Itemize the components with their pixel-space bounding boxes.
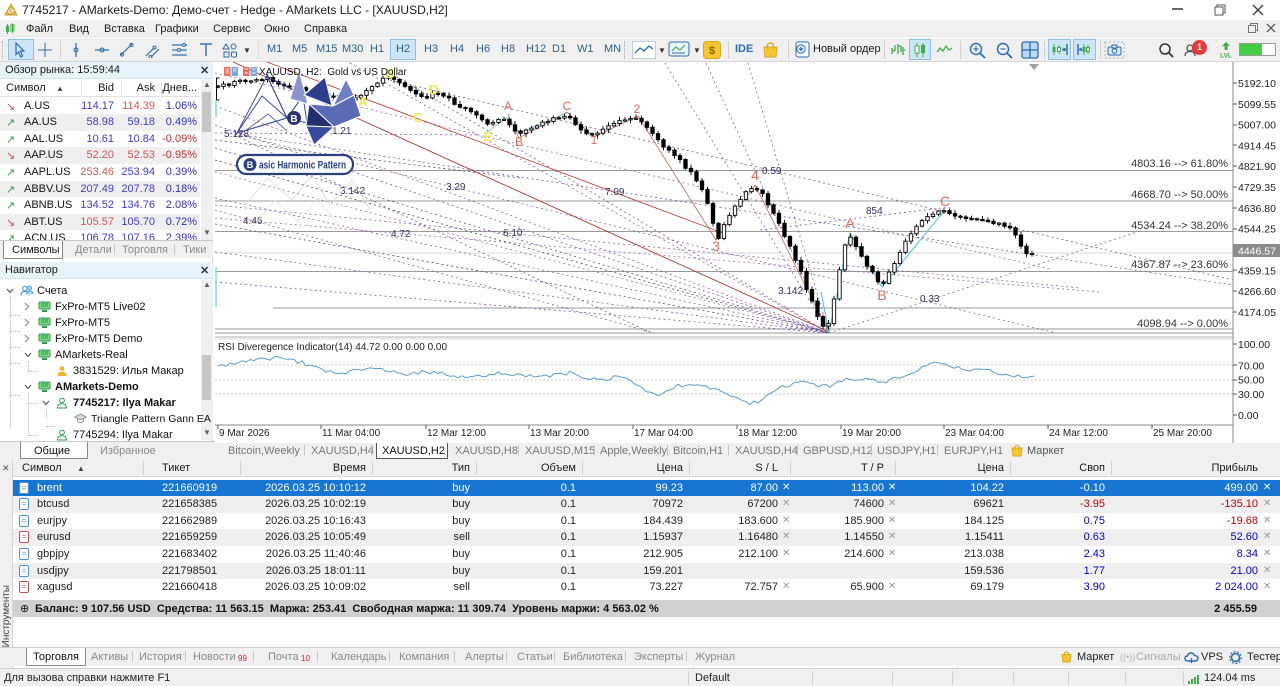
svg-text:4367.87 --> 23.60%: 4367.87 --> 23.60% xyxy=(1131,259,1228,271)
svg-text:4534.24 --> 38.20%: 4534.24 --> 38.20% xyxy=(1131,220,1228,232)
svg-text:4: 4 xyxy=(751,167,759,183)
svg-text:4803.16 --> 61.80%: 4803.16 --> 61.80% xyxy=(1131,158,1228,170)
svg-text:$: $ xyxy=(709,45,715,57)
svg-text:XAUUSD, H2: Gold vs US Dollar: XAUUSD, H2: Gold vs US Dollar xyxy=(259,67,407,78)
svg-text:A: A xyxy=(358,94,368,109)
svg-text:RSI Diveregence Indicator(14): RSI Diveregence Indicator(14) 44.72 0.00… xyxy=(218,342,447,353)
svg-text:asic Harmonic Pattern: asic Harmonic Pattern xyxy=(259,160,346,172)
svg-text:9 Mar 2026: 9 Mar 2026 xyxy=(219,428,270,439)
svg-text:5099.55: 5099.55 xyxy=(1238,99,1276,111)
svg-text:LVL: LVL xyxy=(1220,53,1232,60)
svg-text:23 Mar 04:00: 23 Mar 04:00 xyxy=(945,428,1004,439)
svg-text:12 Mar 12:00: 12 Mar 12:00 xyxy=(427,428,486,439)
svg-text:E: E xyxy=(484,129,493,144)
svg-text:70.00: 70.00 xyxy=(1238,360,1264,372)
svg-text:11 Mar 04:00: 11 Mar 04:00 xyxy=(322,428,381,439)
svg-text:D: D xyxy=(429,82,438,97)
svg-text:4668.70 --> 50.00%: 4668.70 --> 50.00% xyxy=(1131,189,1228,201)
svg-text:4359.15: 4359.15 xyxy=(1238,265,1276,277)
svg-text:B: B xyxy=(247,160,254,170)
svg-text:4098.94 --> 0.00%: 4098.94 --> 0.00% xyxy=(1137,318,1228,330)
svg-text:7.09: 7.09 xyxy=(605,187,625,198)
svg-text:6.10: 6.10 xyxy=(503,228,523,239)
svg-text:B: B xyxy=(290,114,297,125)
svg-text:3.142: 3.142 xyxy=(778,286,803,297)
svg-text:B: B xyxy=(877,287,886,303)
svg-text:5: 5 xyxy=(9,9,13,16)
svg-text:4821.90: 4821.90 xyxy=(1238,161,1276,173)
svg-text:19 Mar 20:00: 19 Mar 20:00 xyxy=(842,428,901,439)
svg-text:A: A xyxy=(845,215,855,231)
svg-text:4544.25: 4544.25 xyxy=(1238,224,1276,236)
svg-text:4266.60: 4266.60 xyxy=(1238,286,1276,298)
svg-text:4729.35: 4729.35 xyxy=(1238,182,1276,194)
svg-text:13 Mar 20:00: 13 Mar 20:00 xyxy=(530,428,589,439)
svg-text:B: B xyxy=(515,135,523,149)
svg-text:100.00: 100.00 xyxy=(1238,339,1270,351)
svg-text:24 Mar 12:00: 24 Mar 12:00 xyxy=(1049,428,1108,439)
svg-text:854: 854 xyxy=(866,206,883,217)
svg-text:3: 3 xyxy=(712,238,720,254)
svg-text:30.00: 30.00 xyxy=(1238,389,1264,401)
svg-text:18 Mar 12:00: 18 Mar 12:00 xyxy=(738,428,797,439)
svg-text:4636.80: 4636.80 xyxy=(1238,203,1276,215)
svg-text:4914.45: 4914.45 xyxy=(1238,140,1276,152)
svg-text:2: 2 xyxy=(634,102,641,116)
svg-text:0.00: 0.00 xyxy=(1238,410,1259,422)
svg-text:0.59: 0.59 xyxy=(762,166,782,177)
svg-text:17 Mar 04:00: 17 Mar 04:00 xyxy=(634,428,693,439)
svg-text:4.72: 4.72 xyxy=(391,229,411,240)
svg-text:3.29: 3.29 xyxy=(446,182,466,193)
svg-text:25 Mar 20:00: 25 Mar 20:00 xyxy=(1153,428,1212,439)
svg-text:4.46: 4.46 xyxy=(243,216,263,227)
svg-text:4174.05: 4174.05 xyxy=(1238,307,1276,319)
svg-text:50.00: 50.00 xyxy=(1238,375,1264,387)
svg-text:1: 1 xyxy=(591,133,598,147)
svg-text:1.21: 1.21 xyxy=(332,126,352,137)
svg-text:A: A xyxy=(504,99,512,113)
svg-text:C: C xyxy=(940,193,950,209)
svg-text:C: C xyxy=(413,110,423,125)
svg-text:5007.00: 5007.00 xyxy=(1238,120,1276,132)
svg-text:0.33: 0.33 xyxy=(920,294,940,305)
svg-text:4446.57: 4446.57 xyxy=(1238,246,1276,258)
svg-text:5192.10: 5192.10 xyxy=(1238,78,1276,90)
svg-text:C: C xyxy=(563,99,572,113)
